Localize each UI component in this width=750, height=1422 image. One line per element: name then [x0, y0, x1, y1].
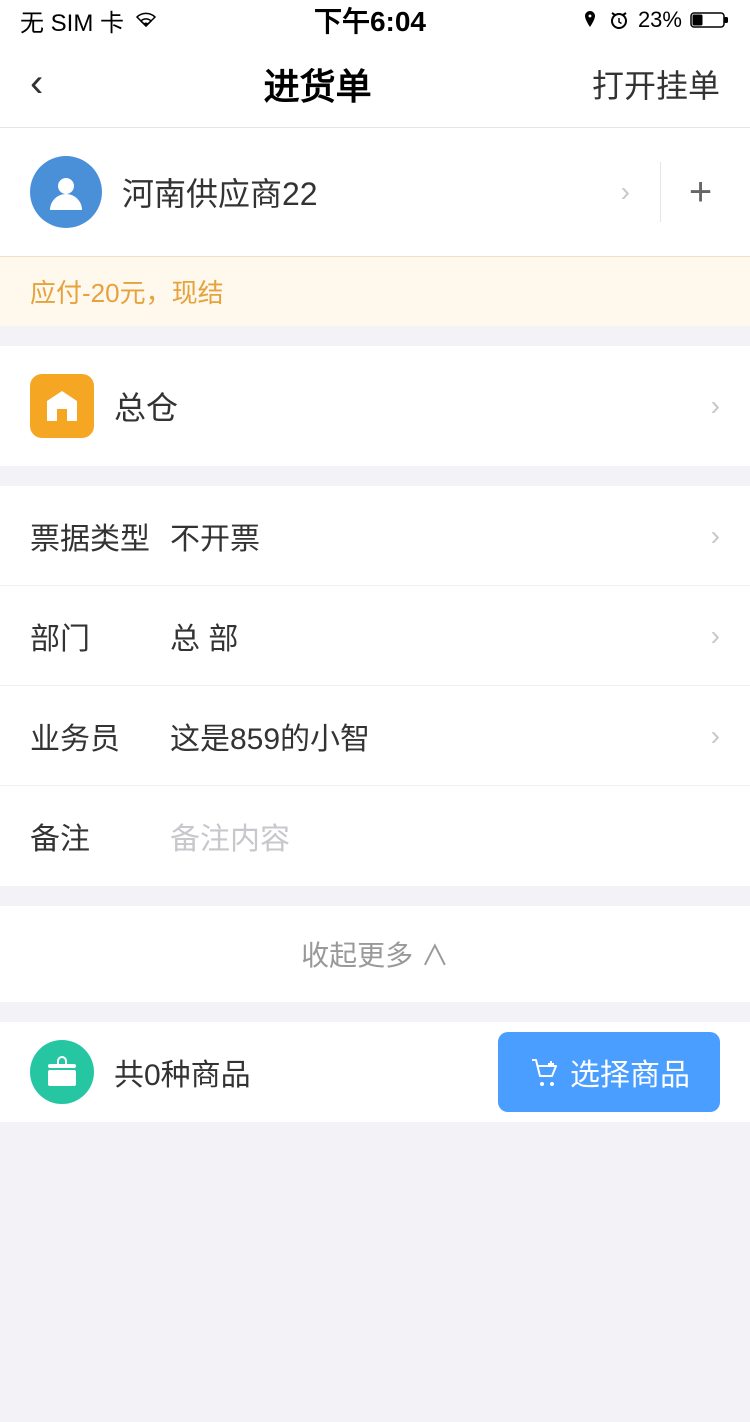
supplier-avatar	[30, 156, 102, 228]
battery-text: 23%	[638, 7, 682, 33]
supplier-name: 河南供应商22	[122, 169, 621, 215]
product-icon	[30, 1040, 94, 1104]
warehouse-chevron-icon: ›	[711, 390, 720, 422]
warehouse-name: 总仓	[114, 383, 711, 429]
grey-background	[0, 1122, 750, 1422]
form-section: 票据类型 不开票 › 部门 总 部 › 业务员 这是859的小智 › 备注 备注…	[0, 486, 750, 886]
invoice-type-label: 票据类型	[30, 514, 160, 558]
bottom-bar: 共0种商品 选择商品	[0, 1022, 750, 1122]
department-chevron-icon: ›	[711, 620, 720, 652]
remark-input[interactable]: 备注内容	[160, 814, 720, 858]
location-icon	[580, 9, 600, 31]
supplier-section: 河南供应商22 › + 应付-20元，现结	[0, 128, 750, 326]
supplier-row[interactable]: 河南供应商22 › +	[0, 128, 750, 256]
open-pending-button[interactable]: 打开挂单	[592, 61, 720, 107]
carrier-text: 无 SIM 卡	[20, 3, 124, 38]
status-bar: 无 SIM 卡 下午6:04 23%	[0, 0, 750, 40]
salesperson-label: 业务员	[30, 714, 160, 758]
invoice-type-chevron-icon: ›	[711, 520, 720, 552]
status-icons: 23%	[580, 7, 730, 33]
notice-text: 应付-20元，现结	[30, 278, 224, 308]
select-product-button[interactable]: 选择商品	[498, 1032, 720, 1112]
notice-banner: 应付-20元，现结	[0, 256, 750, 326]
salesperson-value: 这是859的小智	[160, 714, 701, 758]
invoice-type-value: 不开票	[160, 514, 701, 558]
collapse-label: 收起更多 ∧	[301, 934, 449, 974]
nav-title: 进货单	[264, 58, 372, 110]
status-carrier: 无 SIM 卡	[20, 3, 160, 38]
content: 河南供应商22 › + 应付-20元，现结 总仓 › 票据类型 不开票 › 部门…	[0, 128, 750, 1422]
remark-row[interactable]: 备注 备注内容	[0, 786, 750, 886]
department-value: 总 部	[160, 614, 701, 658]
department-label: 部门	[30, 614, 160, 658]
add-supplier-button[interactable]: +	[660, 162, 720, 222]
battery-icon	[690, 10, 730, 30]
select-btn-label: 选择商品	[570, 1050, 690, 1094]
invoice-type-row[interactable]: 票据类型 不开票 ›	[0, 486, 750, 586]
warehouse-icon	[30, 374, 94, 438]
back-button[interactable]: ‹	[30, 61, 43, 106]
product-count: 共0种商品	[114, 1050, 498, 1094]
remark-label: 备注	[30, 814, 160, 858]
warehouse-row[interactable]: 总仓 ›	[0, 346, 750, 466]
supplier-chevron-icon: ›	[621, 176, 630, 208]
alarm-icon	[608, 9, 630, 31]
salesperson-row[interactable]: 业务员 这是859的小智 ›	[0, 686, 750, 786]
cart-icon	[528, 1056, 560, 1088]
nav-bar: ‹ 进货单 打开挂单	[0, 40, 750, 128]
status-time: 下午6:04	[314, 0, 426, 40]
salesperson-chevron-icon: ›	[711, 720, 720, 752]
collapse-toggle[interactable]: 收起更多 ∧	[0, 906, 750, 1002]
wifi-icon	[132, 10, 160, 30]
department-row[interactable]: 部门 总 部 ›	[0, 586, 750, 686]
